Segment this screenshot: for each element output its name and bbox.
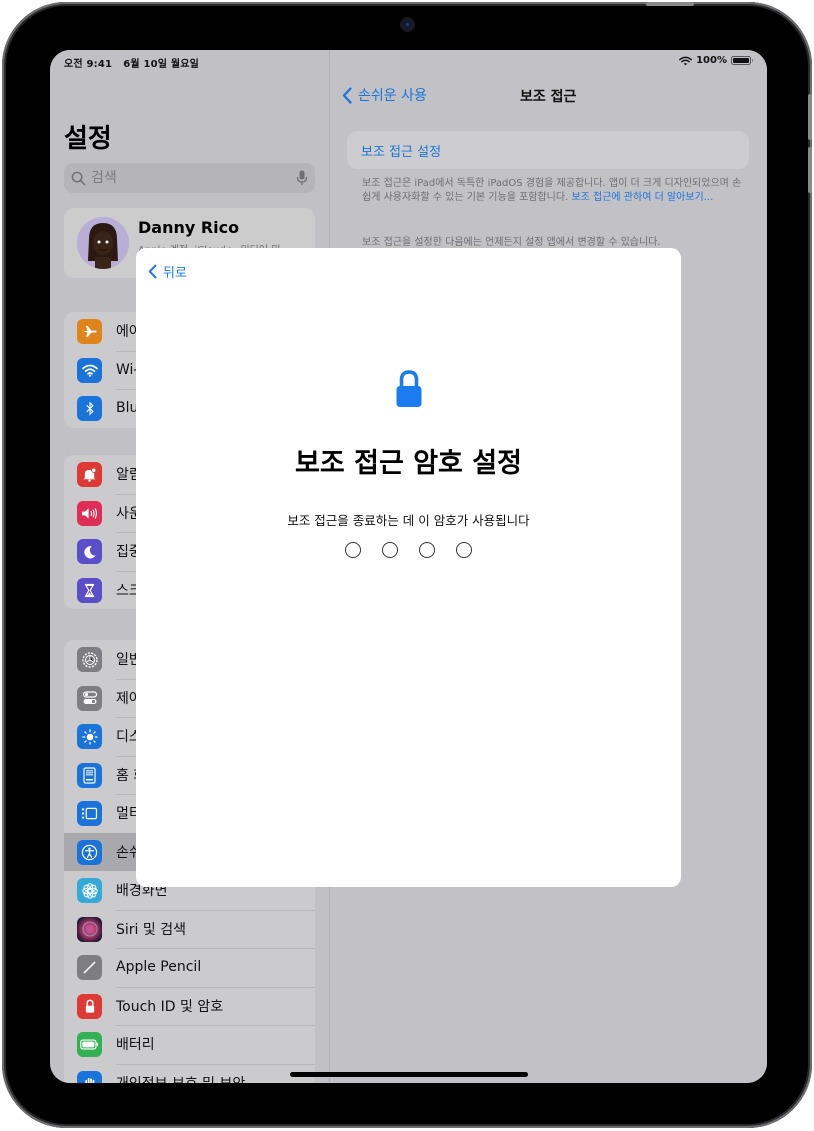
bluetooth-icon (77, 396, 102, 421)
sidebar-item-label: Touch ID 및 암호 (116, 998, 224, 1015)
clock: 오전 9:41 (64, 59, 113, 70)
back-to-accessibility-button[interactable]: 손쉬운 사용 (342, 85, 427, 105)
profile-name: Danny Rico (138, 218, 240, 237)
volume-up-button (808, 94, 812, 140)
sidebar-item-privacy[interactable]: 개인정보 보호 및 보안 (64, 1063, 315, 1083)
memoji-icon (77, 217, 129, 269)
top-button (646, 2, 694, 6)
passcode-input[interactable] (136, 542, 681, 558)
speaker-icon (77, 500, 102, 526)
passcode-dot (382, 542, 398, 558)
wifi-icon (679, 56, 693, 65)
avatar (77, 217, 129, 269)
volume-down-button (808, 147, 812, 193)
sidebar-item-label: Siri 및 검색 (116, 921, 186, 938)
back-label: 뒤로 (163, 266, 187, 281)
moon-icon (77, 539, 102, 564)
sidebar-item-touch-id[interactable]: Touch ID 및 암호 (64, 986, 315, 1026)
search-bar[interactable] (64, 163, 315, 193)
front-camera (402, 19, 413, 30)
siri-icon (77, 916, 102, 942)
setup-label: 보조 접근 설정 (361, 144, 442, 160)
sidebar-item-battery[interactable]: 배터리 (64, 1025, 315, 1064)
wifi-icon (77, 357, 102, 383)
back-button[interactable]: 뒤로 (148, 262, 187, 281)
sheet-title: 보조 접근 암호 설정 (295, 448, 522, 479)
battery-icon (77, 1032, 102, 1057)
assistive-access-description: 보조 접근은 iPad에서 독특한 iPadOS 경험을 제공합니다. 앱이 더… (362, 177, 742, 205)
hourglass-icon (77, 577, 102, 603)
sidebar-item-siri[interactable]: Siri 및 검색 (64, 909, 315, 949)
multitasking-icon (77, 801, 102, 826)
search-input[interactable] (91, 170, 296, 186)
battery-percent: 100% (696, 55, 727, 66)
date: 6월 10일 월요일 (123, 59, 200, 70)
lock-icon (77, 993, 102, 1019)
pencil-icon (77, 955, 102, 980)
sidebar-item-label: 개인정보 보호 및 보안 (116, 1073, 245, 1083)
setup-assistive-access-button[interactable]: 보조 접근 설정 (347, 131, 749, 169)
passcode-dot (419, 542, 435, 558)
chevron-left-icon (148, 264, 157, 279)
accessibility-icon (77, 839, 102, 865)
back-label: 손쉬운 사용 (358, 88, 427, 104)
status-bar-time: 오전 9:41 6월 10일 월요일 (64, 55, 199, 70)
sheet-subtitle: 보조 접근을 종료하는 데 이 암호가 사용됩니다 (287, 513, 530, 528)
toggles-icon (77, 685, 102, 711)
flower-icon (77, 878, 102, 903)
microphone-icon[interactable] (296, 170, 308, 186)
lock-icon (396, 370, 422, 407)
passcode-setup-sheet: 뒤로 보조 접근 암호 설정 보조 접근을 종료하는 데 이 암호가 사용됩니다 (136, 248, 681, 887)
battery-full-icon (731, 56, 753, 65)
bell-icon (77, 462, 102, 487)
screen: 설정 검색 Danny Rico Wi-Fi 알림 집중 일반 제어 홈 배경화… (50, 50, 767, 1083)
learn-more-link[interactable]: 보조 접근에 관하여 더 알아보기... (571, 192, 713, 203)
status-bar-indicators: 100% (679, 55, 753, 66)
home-screen-icon (77, 762, 102, 788)
passcode-dot (456, 542, 472, 558)
airplane-icon (77, 319, 102, 344)
sidebar-item-label: Apple Pencil (116, 959, 202, 976)
search-icon (71, 171, 86, 185)
sun-icon (77, 724, 102, 749)
ipad-device-frame: 설정 검색 Danny Rico Wi-Fi 알림 집중 일반 제어 홈 배경화… (2, 2, 812, 1128)
chevron-left-icon (342, 86, 352, 104)
gear-icon (77, 647, 102, 672)
hand-icon (77, 1070, 102, 1083)
assistive-access-note: 보조 접근을 설정한 다음에는 언제든지 설정 앱에서 변경할 수 있습니다. (362, 237, 661, 248)
sidebar-title: 설정 (64, 124, 112, 154)
passcode-dot (345, 542, 361, 558)
home-indicator[interactable] (290, 1072, 528, 1077)
sidebar-item-apple-pencil[interactable]: Apple Pencil (64, 948, 315, 987)
sidebar-item-label: 배터리 (116, 1037, 155, 1054)
page-title: 보조 접근 (520, 89, 577, 105)
